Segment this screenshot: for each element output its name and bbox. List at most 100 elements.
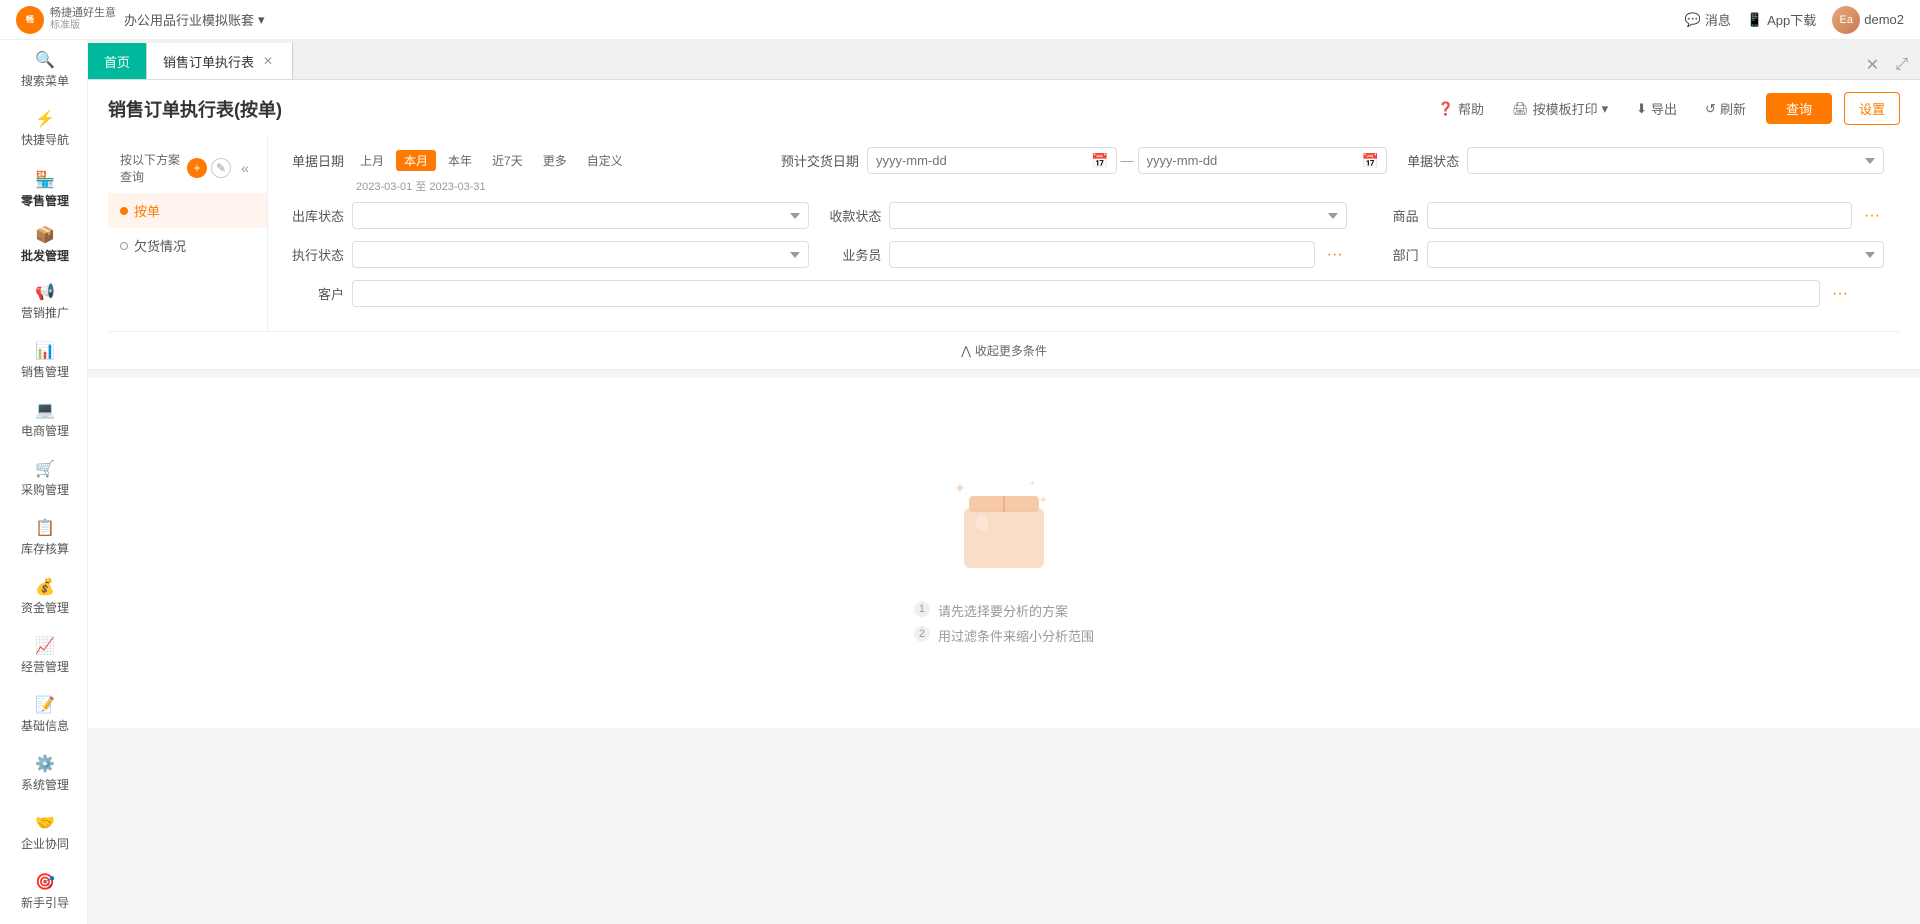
tab-home[interactable]: 首页 [88,43,147,79]
help-button[interactable]: ❓ 帮助 [1430,95,1492,122]
sidebar-item-basic-info[interactable]: 📝 基础信息 [0,685,87,744]
edit-scheme-button[interactable]: ✎ [211,158,231,178]
customer-field: 客户 ··· [284,280,1852,307]
goods-input[interactable] [1427,202,1852,229]
salesman-field: 业务员 ··· [821,241,1346,268]
status-select[interactable] [1467,147,1884,174]
page-actions: ❓ 帮助 🖨 按模板打印 ▾ ⬇ 导出 ↺ [1430,92,1900,125]
tab-close-all-button[interactable]: ✕ [1862,51,1883,79]
sidebar-item-search-menu[interactable]: 🔍 搜索菜单 [0,40,87,99]
goods-more-button[interactable]: ··· [1860,207,1884,225]
add-scheme-button[interactable]: + [187,158,207,178]
date-separator: — [1121,153,1134,168]
template-print-button[interactable]: 🖨 按模板打印 ▾ [1504,95,1616,122]
period-more[interactable]: 更多 [535,150,575,171]
tab-close-button[interactable]: ✕ [260,53,276,69]
sidebar-item-system[interactable]: ⚙️ 系统管理 [0,744,87,803]
collapse-scheme-button[interactable]: « [235,158,255,178]
sidebar-item-wholesale-mgmt[interactable]: 📦 批发管理 [0,217,87,272]
logo-icon: 畅 [16,6,44,34]
date-field: 单据日期 上月 本月 本年 近7天 更多 自定义 [284,150,769,171]
customer-more-button[interactable]: ··· [1828,285,1852,303]
finance-icon: 💰 [35,577,55,597]
period-this-month[interactable]: 本月 [396,150,436,171]
search-menu-icon: 🔍 [35,50,55,70]
sales-exec-tab-label: 销售订单执行表 [163,52,254,71]
filter-nav-arrears[interactable]: 欠货情况 [108,228,267,263]
app-download-button[interactable]: 📱 App下载 [1747,10,1816,29]
sidebar-item-ecommerce[interactable]: 💻 电商管理 [0,390,87,449]
out-status-label: 出库状态 [284,206,344,225]
sidebar-item-quick-nav[interactable]: ⚡ 快捷导航 [0,99,87,158]
status-field: 单据状态 [1399,147,1884,174]
sidebar-item-sales-mgmt[interactable]: 📊 销售管理 [0,331,87,390]
period-last7[interactable]: 近7天 [484,150,531,171]
query-button[interactable]: 查询 [1766,93,1832,124]
period-last-month[interactable]: 上月 [352,150,392,171]
filter-row-1: 单据日期 上月 本月 本年 近7天 更多 自定义 [284,147,1884,174]
avatar: Ea [1832,6,1860,34]
inventory-icon: 📋 [35,518,55,538]
empty-illustration: ✦ ✦ ✦ [944,458,1064,578]
sidebar-item-new-user[interactable]: 🎯 新手引导 [0,862,87,921]
collapse-button[interactable]: ⋀ 收起更多条件 [949,338,1059,363]
message-button[interactable]: 💬 消息 [1685,10,1731,29]
enterprise-icon: 🤝 [35,813,55,833]
sidebar-item-purchase[interactable]: 🛒 采购管理 [0,449,87,508]
collapse-bar: ⋀ 收起更多条件 [108,331,1900,369]
dept-label: 部门 [1359,245,1419,264]
filter-nav-by-order[interactable]: 按单 [108,193,267,228]
salesman-more-button[interactable]: ··· [1323,246,1347,264]
filter-sidebar-actions: + ✎ « [187,158,255,178]
operations-icon: 📈 [35,636,55,656]
sidebar-item-enterprise[interactable]: 🤝 企业协同 [0,803,87,862]
purchase-icon: 🛒 [35,459,55,479]
payment-status-select[interactable] [889,202,1346,229]
download-icon: 📱 [1747,12,1763,28]
dept-field: 部门 [1359,241,1884,268]
sidebar-item-finance[interactable]: 💰 资金管理 [0,567,87,626]
arrears-dot [120,242,128,250]
date-range-text-row: 2023-03-01 至 2023-03-31 [356,178,1884,194]
sidebar-item-inventory[interactable]: 📋 库存核算 [0,508,87,567]
sidebar-item-marketing[interactable]: 📢 营销推广 [0,272,87,331]
customer-input[interactable] [352,280,1820,307]
page-title-row: 销售订单执行表(按单) ❓ 帮助 🖨 按模板打印 ▾ ⬇ [108,92,1900,135]
logo-text: 畅捷通好生意 标准版 [50,7,116,32]
salesman-label: 业务员 [821,245,881,264]
filter-row-3: 执行状态 业务员 ··· 部门 [284,241,1884,268]
out-status-select[interactable] [352,202,809,229]
print-icon: 🖨 [1512,101,1529,117]
sidebar-item-operations[interactable]: 📈 经营管理 [0,626,87,685]
salesman-input[interactable] [889,241,1314,268]
header-left: 畅 畅捷通好生意 标准版 办公用品行业模拟账套 ▾ [16,6,265,34]
logo-area: 畅 畅捷通好生意 标准版 [16,6,116,34]
tab-bar: 首页 销售订单执行表 ✕ ✕ ⤢ [88,40,1920,80]
empty-svg: ✦ ✦ ✦ [944,458,1064,578]
period-custom[interactable]: 自定义 [579,150,631,171]
settings-button[interactable]: 设置 [1844,92,1900,125]
export-icon: ⬇ [1636,101,1647,117]
filter-row-4: 客户 ··· [284,280,1884,307]
date-start-wrap: 📅 [867,147,1117,174]
expected-date-field: 预计交货日期 📅 — 📅 [781,147,1387,174]
user-area[interactable]: Ea demo2 [1832,6,1904,34]
dept-select[interactable] [1427,241,1884,268]
tab-sales-exec[interactable]: 销售订单执行表 ✕ [147,43,293,79]
app-selector[interactable]: 办公用品行业模拟账套 ▾ [124,10,265,29]
by-order-dot [120,207,128,215]
sidebar-item-retail-mgmt[interactable]: 🏪 零售管理 [0,162,87,217]
filter-row-2: 出库状态 收款状态 [284,202,1884,229]
svg-text:✦: ✦ [954,480,966,496]
export-button[interactable]: ⬇ 导出 [1628,95,1685,122]
date-end-wrap: 📅 [1138,147,1388,174]
svg-text:✦: ✦ [1029,479,1036,488]
tab-expand-button[interactable]: ⤢ [1891,52,1912,78]
filter-sidebar-header: 按以下方案查询 + ✎ « [108,147,267,193]
quick-nav-icon: ⚡ [35,109,55,129]
period-this-year[interactable]: 本年 [440,150,480,171]
refresh-button[interactable]: ↺ 刷新 [1697,95,1754,122]
date-start-input[interactable] [867,147,1117,174]
date-end-input[interactable] [1138,147,1388,174]
exec-status-select[interactable] [352,241,809,268]
